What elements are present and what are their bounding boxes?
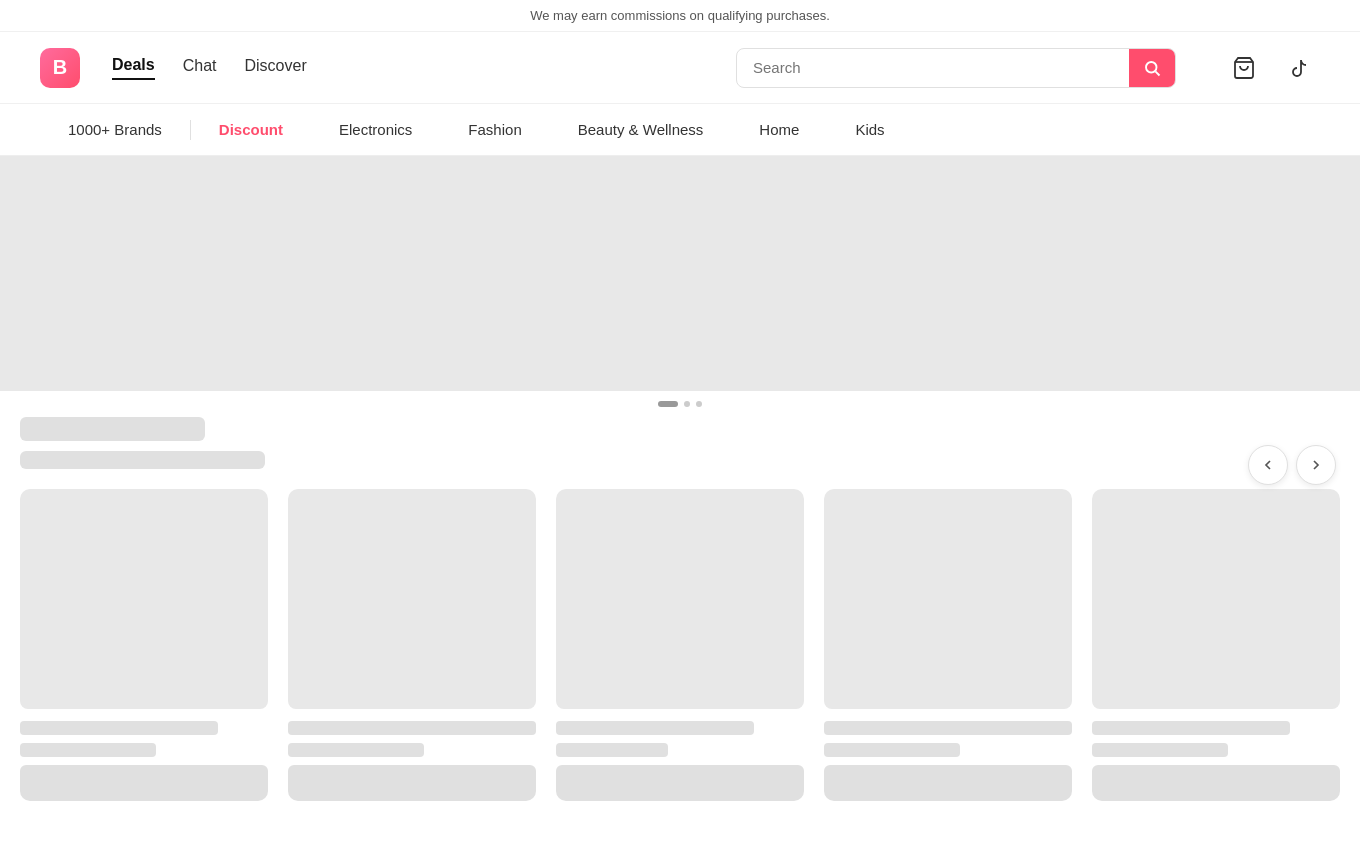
product-button-skeleton — [20, 765, 268, 801]
product-subtitle-skeleton — [288, 743, 424, 757]
carousel-dot-3[interactable] — [696, 401, 702, 407]
cat-item-electronics[interactable]: Electronics — [311, 104, 440, 156]
product-subtitle-skeleton — [556, 743, 668, 757]
product-image-skeleton — [20, 489, 268, 709]
next-arrow-button[interactable] — [1296, 445, 1336, 485]
carousel-dot-1[interactable] — [658, 401, 678, 407]
search-area — [736, 48, 1176, 88]
header-icons — [1224, 48, 1320, 88]
product-button-skeleton — [288, 765, 536, 801]
logo[interactable]: B — [40, 48, 80, 88]
announcement-bar: We may earn commissions on qualifying pu… — [0, 0, 1360, 32]
product-button-skeleton — [556, 765, 804, 801]
section-subtitle-skeleton — [20, 451, 265, 469]
product-title-skeleton — [556, 721, 754, 735]
cat-item-kids[interactable]: Kids — [827, 104, 912, 156]
logo-icon: B — [40, 48, 80, 88]
tiktok-button[interactable] — [1280, 48, 1320, 88]
cat-item-brands[interactable]: 1000+ Brands — [40, 104, 190, 156]
announcement-text: We may earn commissions on qualifying pu… — [530, 8, 830, 23]
product-card[interactable] — [288, 489, 536, 801]
nav-item-discover[interactable]: Discover — [245, 57, 307, 79]
product-button-skeleton — [1092, 765, 1340, 801]
product-card[interactable] — [824, 489, 1072, 801]
cat-item-fashion[interactable]: Fashion — [440, 104, 549, 156]
tiktok-icon — [1288, 56, 1312, 80]
product-card[interactable] — [1092, 489, 1340, 801]
hero-banner — [0, 156, 1360, 391]
carousel-dots — [0, 391, 1360, 417]
product-title-skeleton — [1092, 721, 1290, 735]
search-button[interactable] — [1129, 49, 1175, 87]
product-subtitle-skeleton — [1092, 743, 1228, 757]
cat-item-beauty[interactable]: Beauty & Wellness — [550, 104, 732, 156]
product-button-skeleton — [824, 765, 1072, 801]
products-row — [20, 489, 1340, 801]
product-image-skeleton — [1092, 489, 1340, 709]
carousel-dot-2[interactable] — [684, 401, 690, 407]
svg-point-0 — [1146, 62, 1157, 73]
cat-item-discount[interactable]: Discount — [191, 104, 311, 156]
chevron-right-icon — [1308, 457, 1324, 473]
category-nav: 1000+ Brands Discount Electronics Fashio… — [0, 104, 1360, 156]
main-nav: Deals Chat Discover — [112, 56, 307, 80]
product-subtitle-skeleton — [20, 743, 156, 757]
chevron-left-icon — [1260, 457, 1276, 473]
cart-button[interactable] — [1224, 48, 1264, 88]
product-image-skeleton — [556, 489, 804, 709]
search-input-wrap — [736, 48, 1176, 88]
search-icon — [1143, 59, 1161, 77]
logo-letter: B — [53, 56, 67, 79]
product-title-skeleton — [824, 721, 1072, 735]
product-image-skeleton — [288, 489, 536, 709]
products-row-wrap — [20, 489, 1340, 801]
header: B Deals Chat Discover — [0, 32, 1360, 104]
cart-icon — [1232, 56, 1256, 80]
product-title-skeleton — [20, 721, 218, 735]
section-title-skeleton — [20, 417, 205, 441]
product-title-skeleton — [288, 721, 536, 735]
cat-item-home[interactable]: Home — [731, 104, 827, 156]
products-section — [0, 417, 1360, 821]
product-subtitle-skeleton — [824, 743, 960, 757]
nav-item-deals[interactable]: Deals — [112, 56, 155, 80]
search-input[interactable] — [737, 49, 1129, 86]
product-image-skeleton — [824, 489, 1072, 709]
nav-item-chat[interactable]: Chat — [183, 57, 217, 79]
product-card[interactable] — [20, 489, 268, 801]
prev-arrow-button[interactable] — [1248, 445, 1288, 485]
product-card[interactable] — [556, 489, 804, 801]
svg-line-1 — [1155, 71, 1159, 75]
